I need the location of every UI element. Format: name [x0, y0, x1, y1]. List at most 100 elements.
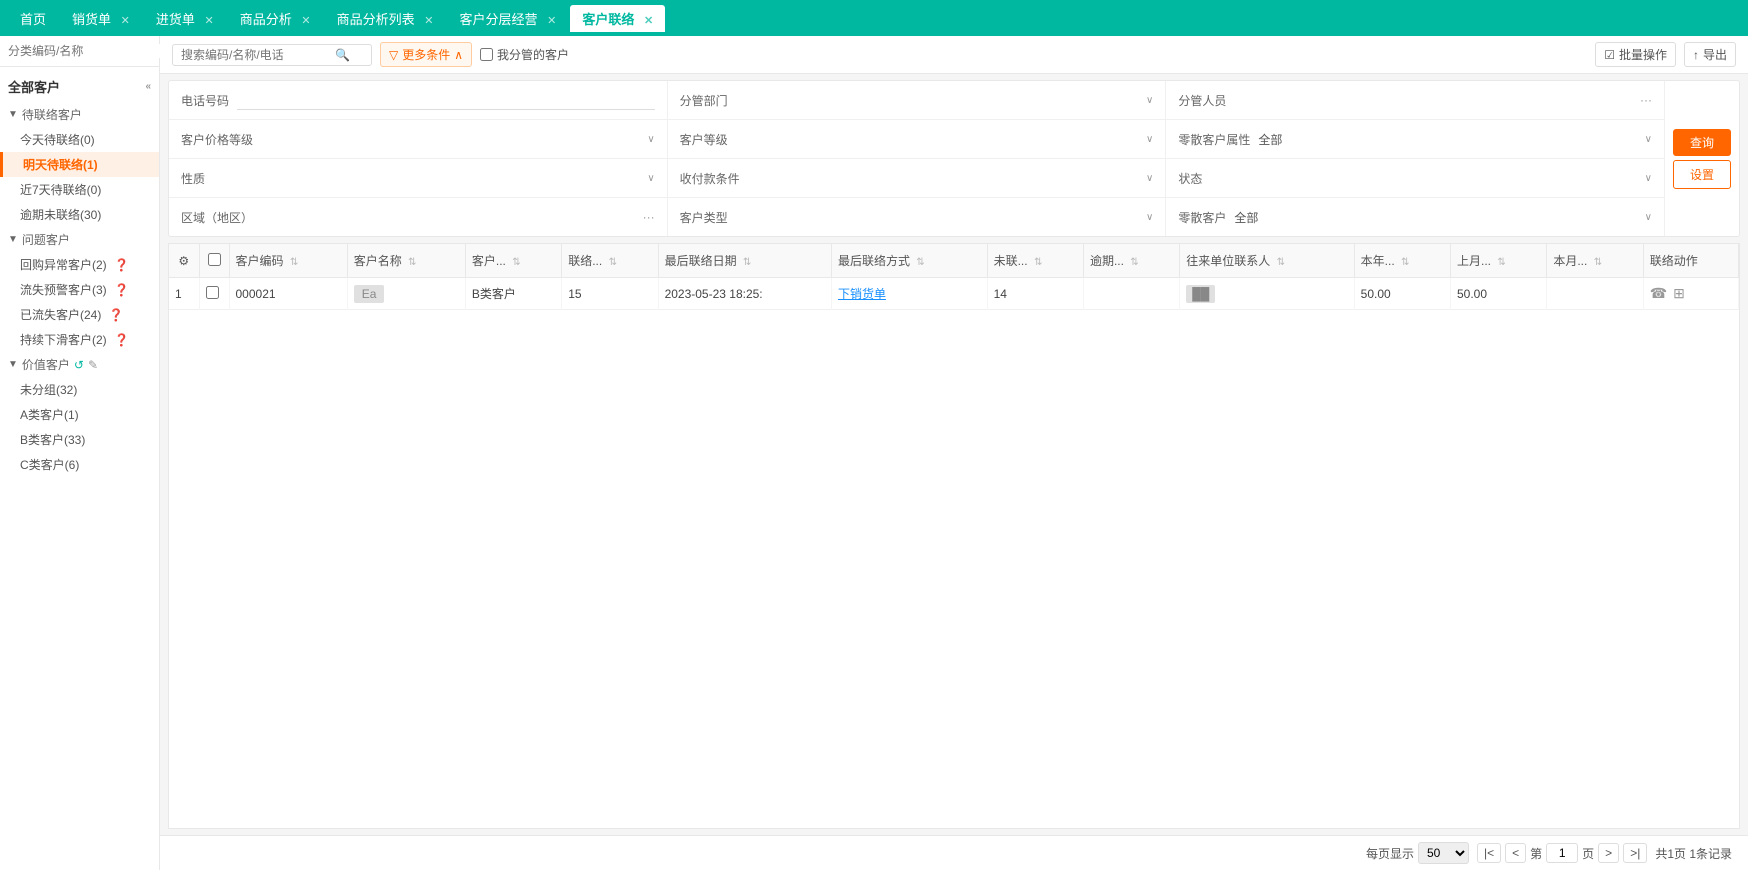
- help-icon2: ❓: [114, 283, 129, 297]
- sidebar-item-today-contact[interactable]: 今天待联络(0): [0, 127, 159, 152]
- nav-purchase-order-close[interactable]: ✕: [205, 15, 214, 27]
- filter-icon: ▽: [389, 48, 398, 62]
- filter-price-level-select[interactable]: ∨: [261, 134, 655, 145]
- footer-total: 共1页 1条记录: [1655, 845, 1732, 862]
- filter-customer-type-select[interactable]: ∨: [736, 212, 1154, 223]
- sidebar-item-tomorrow-contact[interactable]: 明天待联络(1): [0, 152, 159, 177]
- chevron-down-icon: ∨: [1146, 95, 1153, 106]
- select-all-checkbox[interactable]: [208, 253, 221, 266]
- th-current-year[interactable]: 本年... ⇅: [1354, 244, 1450, 278]
- toolbar-search-bar: 🔍: [172, 44, 372, 66]
- set-button[interactable]: 设置: [1673, 160, 1731, 189]
- sidebar-item-declining[interactable]: 持续下滑客户(2) ❓: [0, 327, 159, 352]
- filter-payment-select[interactable]: ∨: [748, 173, 1154, 184]
- td-overdue: [1083, 278, 1179, 310]
- sidebar-item-overdue-contact[interactable]: 逾期未联络(30): [0, 202, 159, 227]
- toolbar-search-input[interactable]: [181, 48, 331, 62]
- pager-prev-button[interactable]: <: [1505, 843, 1526, 863]
- value-customer-refresh-icon[interactable]: ↺: [74, 358, 84, 372]
- my-customer-checkbox[interactable]: [480, 48, 493, 61]
- filter-retail-attr-select[interactable]: 全部 ∨: [1258, 131, 1652, 148]
- filter-cell-payment: 收付款条件 ∨: [668, 159, 1167, 197]
- th-contact-count[interactable]: 联络... ⇅: [562, 244, 658, 278]
- th-customer-name[interactable]: 客户名称 ⇅: [347, 244, 465, 278]
- export-icon: ↑: [1693, 48, 1699, 62]
- sidebar-item-abnormal-repurchase[interactable]: 回购异常客户(2) ❓: [0, 252, 159, 277]
- chevron-down-icon8: ∨: [1146, 212, 1153, 223]
- td-checkbox[interactable]: [199, 278, 229, 310]
- pager-next-button[interactable]: >: [1598, 843, 1619, 863]
- help-icon3: ❓: [109, 308, 124, 322]
- td-last-contact-method[interactable]: 下销货单: [831, 278, 987, 310]
- nav-customer-contact-close[interactable]: ✕: [644, 15, 653, 27]
- nav-purchase-order[interactable]: 进货单 ✕: [144, 5, 226, 32]
- last-contact-method-link[interactable]: 下销货单: [838, 287, 886, 301]
- filter-phone-input[interactable]: [237, 91, 655, 110]
- nav-customer-tier[interactable]: 客户分层经营 ✕: [447, 5, 568, 32]
- nav-sales-order-close[interactable]: ✕: [121, 15, 130, 27]
- filter-nature-select[interactable]: ∨: [213, 173, 655, 184]
- nav-home[interactable]: 首页: [8, 5, 58, 32]
- sidebar-item-7days-contact[interactable]: 近7天待联络(0): [0, 177, 159, 202]
- nav-customer-contact[interactable]: 客户联络 ✕: [570, 5, 665, 32]
- th-current-month[interactable]: 本月... ⇅: [1547, 244, 1643, 278]
- th-customer-type[interactable]: 客户... ⇅: [465, 244, 561, 278]
- sidebar-group-value-customers[interactable]: ▼ 价值客户 ↺ ✎: [0, 352, 159, 377]
- nav-product-analysis-list-close[interactable]: ✕: [424, 15, 433, 27]
- region-ellipsis[interactable]: ···: [643, 210, 655, 224]
- nav-product-analysis-list[interactable]: 商品分析列表 ✕: [325, 5, 446, 32]
- manager-ellipsis[interactable]: ···: [1640, 93, 1652, 107]
- toolbar: 🔍 ▽ 更多条件 ∧ 我分管的客户 ☑ 批量操作 ↑ 导出: [160, 36, 1748, 74]
- th-customer-code[interactable]: 客户编码 ⇅: [229, 244, 347, 278]
- nav-customer-tier-close[interactable]: ✕: [547, 15, 556, 27]
- filter-dept-select[interactable]: ∨: [736, 95, 1154, 106]
- more-action-icon[interactable]: ⊞: [1673, 285, 1685, 302]
- td-current-year: 50.00: [1354, 278, 1450, 310]
- nav-sales-order[interactable]: 销货单 ✕: [60, 5, 142, 32]
- sidebar-item-class-c[interactable]: C类客户(6): [0, 452, 159, 477]
- sort-icon11: ⇅: [1497, 257, 1505, 268]
- my-customer-checkbox-area[interactable]: 我分管的客户: [480, 46, 569, 63]
- row-checkbox[interactable]: [206, 286, 219, 299]
- th-last-contact-date[interactable]: 最后联络日期 ⇅: [658, 244, 831, 278]
- th-checkbox[interactable]: [199, 244, 229, 278]
- sort-icon5: ⇅: [743, 257, 751, 268]
- pager-last-button[interactable]: >|: [1623, 843, 1647, 863]
- td-contact-action: ☎ ⊞: [1643, 278, 1738, 310]
- sidebar-item-class-b[interactable]: B类客户(33): [0, 427, 159, 452]
- toolbar-search-icon[interactable]: 🔍: [335, 48, 350, 62]
- sidebar-group-pending-contact[interactable]: ▼ 待联络客户: [0, 102, 159, 127]
- sidebar-item-churn-warning[interactable]: 流失预警客户(3) ❓: [0, 277, 159, 302]
- call-action-icon[interactable]: ☎: [1650, 285, 1667, 302]
- th-overdue[interactable]: 逾期... ⇅: [1083, 244, 1179, 278]
- pager-current-page-input[interactable]: [1546, 843, 1578, 863]
- filter-customer-level-select[interactable]: ∨: [736, 134, 1154, 145]
- pager-first-button[interactable]: |<: [1477, 843, 1501, 863]
- sidebar-item-ungrouped[interactable]: 未分组(32): [0, 377, 159, 402]
- sidebar-item-churned[interactable]: 已流失客户(24) ❓: [0, 302, 159, 327]
- sidebar-group-problem-customers[interactable]: ▼ 问题客户: [0, 227, 159, 252]
- th-gear[interactable]: ⚙: [169, 244, 199, 278]
- help-icon4: ❓: [114, 333, 129, 347]
- nav-product-analysis-close[interactable]: ✕: [301, 15, 310, 27]
- th-last-month[interactable]: 上月... ⇅: [1451, 244, 1547, 278]
- query-button[interactable]: 查询: [1673, 129, 1731, 156]
- gear-icon[interactable]: ⚙: [178, 254, 189, 268]
- filter-retail-customer-select[interactable]: 全部 ∨: [1234, 209, 1652, 226]
- batch-ops-button[interactable]: ☑ 批量操作: [1595, 42, 1676, 67]
- sidebar-all-customers[interactable]: 全部客户 «: [0, 71, 159, 102]
- th-last-contact-method[interactable]: 最后联络方式 ⇅: [831, 244, 987, 278]
- th-unit-contact[interactable]: 往来单位联系人 ⇅: [1180, 244, 1354, 278]
- value-customer-edit-icon[interactable]: ✎: [88, 358, 98, 372]
- page-size-select[interactable]: 50 100 200: [1418, 842, 1469, 864]
- sort-icon10: ⇅: [1401, 257, 1409, 268]
- filter-row-4: 区域（地区） ··· 客户类型 ∨ 零散客户 全部: [169, 198, 1664, 236]
- sort-icon: ⇅: [290, 257, 298, 268]
- export-button[interactable]: ↑ 导出: [1684, 42, 1736, 67]
- th-uncontacted[interactable]: 未联... ⇅: [987, 244, 1083, 278]
- sidebar-item-class-a[interactable]: A类客户(1): [0, 402, 159, 427]
- nav-product-analysis[interactable]: 商品分析 ✕: [228, 5, 323, 32]
- sidebar-search-input[interactable]: [8, 44, 163, 58]
- filter-status-select[interactable]: ∨: [1210, 173, 1652, 184]
- more-filters-button[interactable]: ▽ 更多条件 ∧: [380, 42, 472, 67]
